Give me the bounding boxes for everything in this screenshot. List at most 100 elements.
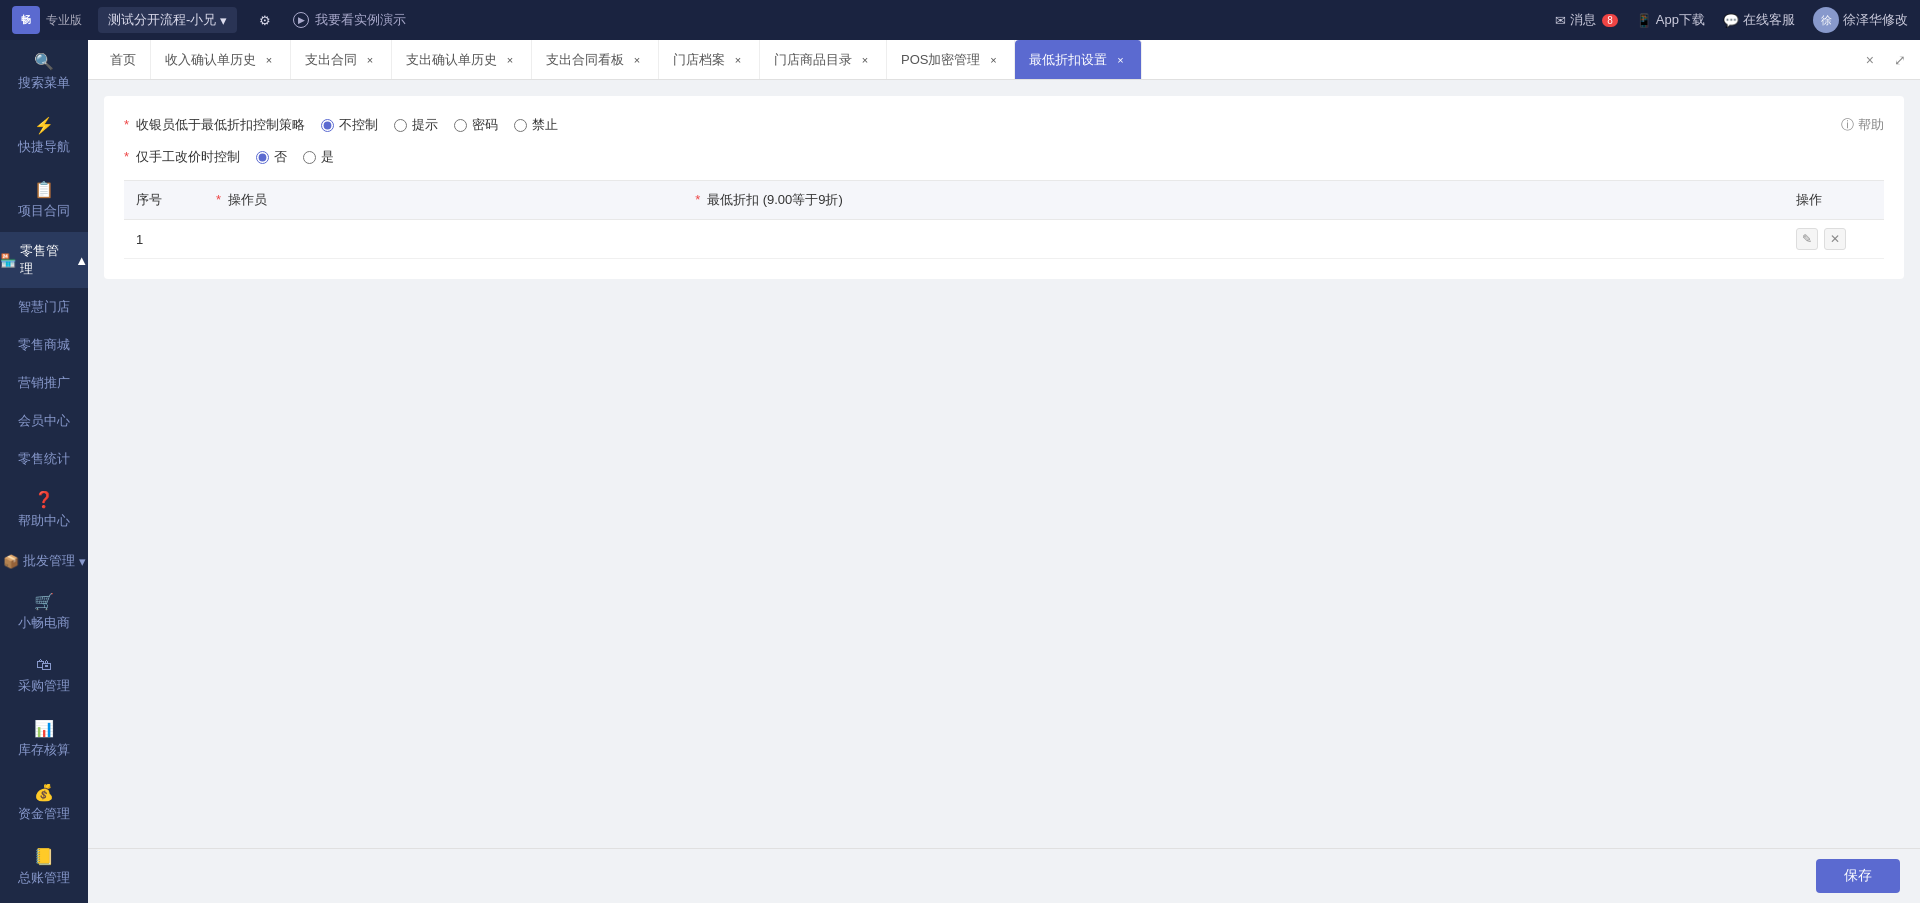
avatar: 徐: [1813, 7, 1839, 33]
option-no[interactable]: 否: [256, 148, 287, 166]
manual-price-row: * 仅手工改价时控制 否 是: [124, 148, 1884, 166]
close-icon[interactable]: ×: [1113, 53, 1127, 67]
sidebar-item-shortcut[interactable]: ⚡ 快捷导航: [0, 104, 88, 168]
demo-link[interactable]: ▶ 我要看实例演示: [293, 11, 406, 29]
message-btn[interactable]: ✉ 消息 8: [1555, 11, 1618, 29]
tab-bar-actions: × ⤢: [1860, 48, 1912, 72]
main-layout: 🔍 搜索菜单 ⚡ 快捷导航 📋 项目合同 🏪 零售管理 ▲ 智慧门店 零售商城 …: [0, 40, 1920, 903]
radio-no[interactable]: [256, 151, 269, 164]
app-download-btn[interactable]: 📱 App下载: [1636, 11, 1705, 29]
chevron-up-icon: ▲: [75, 253, 88, 268]
sidebar-item-help[interactable]: ❓ 帮助中心: [0, 478, 88, 542]
close-icon[interactable]: ×: [858, 53, 872, 67]
option-yes[interactable]: 是: [303, 148, 334, 166]
discount-table: 序号 * 操作员 * 最低折扣 (9.00等于9折) 操作: [124, 180, 1884, 259]
tab-payment-contract[interactable]: 支出合同 ×: [291, 40, 392, 80]
option-no-control[interactable]: 不控制: [321, 116, 378, 134]
delete-row-btn[interactable]: ✕: [1824, 228, 1846, 250]
radio-password[interactable]: [454, 119, 467, 132]
sidebar-item-retail-mall[interactable]: 零售商城: [0, 326, 88, 364]
tab-payment-board[interactable]: 支出合同看板 ×: [532, 40, 659, 80]
sidebar-sub-label: 会员中心: [18, 413, 70, 428]
tab-label: 最低折扣设置: [1029, 51, 1107, 69]
sidebar-sub-label: 零售商城: [18, 337, 70, 352]
close-icon[interactable]: ×: [262, 53, 276, 67]
option-remind[interactable]: 提示: [394, 116, 438, 134]
clipboard-icon: 📋: [34, 180, 54, 199]
help-btn[interactable]: ⓘ 帮助: [1841, 116, 1884, 134]
box-icon: 📦: [3, 554, 19, 569]
tab-store-file[interactable]: 门店档案 ×: [659, 40, 760, 80]
tab-label: 支出合同: [305, 51, 357, 69]
sidebar-item-invoice[interactable]: 🧾 发票管理: [0, 899, 88, 903]
sidebar-item-ecommerce[interactable]: 🛒 小畅电商: [0, 580, 88, 644]
cell-min-discount: [683, 220, 1784, 259]
close-all-tabs-btn[interactable]: ×: [1860, 48, 1880, 72]
sidebar-item-project[interactable]: 📋 项目合同: [0, 168, 88, 232]
tab-label: 门店档案: [673, 51, 725, 69]
tab-label: 收入确认单历史: [165, 51, 256, 69]
radio-yes[interactable]: [303, 151, 316, 164]
sidebar-item-accounting[interactable]: 📒 总账管理: [0, 835, 88, 899]
sidebar-item-label: 零售管理: [20, 242, 71, 278]
project-selector[interactable]: 测试分开流程-小兄 ▾: [98, 7, 237, 33]
expand-tabs-btn[interactable]: ⤢: [1888, 48, 1912, 72]
radio-remind[interactable]: [394, 119, 407, 132]
lightning-icon: ⚡: [34, 116, 54, 135]
cart-icon: 🛒: [34, 592, 54, 611]
sidebar-item-label: 资金管理: [18, 805, 70, 823]
close-icon[interactable]: ×: [630, 53, 644, 67]
discount-policy-options: 不控制 提示 密码 禁止: [321, 116, 558, 134]
option-password[interactable]: 密码: [454, 116, 498, 134]
tab-min-discount[interactable]: 最低折扣设置 ×: [1015, 40, 1142, 80]
close-icon[interactable]: ×: [363, 53, 377, 67]
gear-icon: ⚙: [259, 13, 271, 28]
sidebar-item-marketing[interactable]: 营销推广: [0, 364, 88, 402]
tab-store-product[interactable]: 门店商品目录 ×: [760, 40, 887, 80]
settings-button[interactable]: ⚙: [253, 9, 277, 32]
close-icon[interactable]: ×: [503, 53, 517, 67]
message-badge: 8: [1602, 14, 1618, 27]
store-icon: 🏪: [0, 253, 16, 268]
sidebar-item-label: 帮助中心: [18, 512, 70, 530]
radio-forbid[interactable]: [514, 119, 527, 132]
tab-pos-manage[interactable]: POS加密管理 ×: [887, 40, 1015, 80]
edit-row-btn[interactable]: ✎: [1796, 228, 1818, 250]
option-remind-label: 提示: [412, 116, 438, 134]
chevron-down-icon: ▾: [79, 554, 86, 569]
close-icon[interactable]: ×: [731, 53, 745, 67]
sidebar-item-smart-store[interactable]: 智慧门店: [0, 288, 88, 326]
app-logo: 畅 专业版: [12, 6, 82, 34]
tab-payment-confirm[interactable]: 支出确认单历史 ×: [392, 40, 532, 80]
option-no-control-label: 不控制: [339, 116, 378, 134]
option-forbid[interactable]: 禁止: [514, 116, 558, 134]
required-asterisk: *: [124, 149, 129, 164]
sidebar-sub-label: 智慧门店: [18, 299, 70, 314]
user-menu[interactable]: 徐 徐泽华修改: [1813, 7, 1908, 33]
sidebar-item-retail[interactable]: 🏪 零售管理 ▲: [0, 232, 88, 288]
sidebar-item-inventory[interactable]: 📊 库存核算: [0, 707, 88, 771]
tab-income-confirm[interactable]: 收入确认单历史 ×: [151, 40, 291, 80]
sidebar-item-retail-stats[interactable]: 零售统计: [0, 440, 88, 478]
chart-icon: 📊: [34, 719, 54, 738]
option-password-label: 密码: [472, 116, 498, 134]
save-button[interactable]: 保存: [1816, 859, 1900, 893]
tab-home[interactable]: 首页: [96, 40, 151, 80]
sidebar-item-label: 搜索菜单: [18, 74, 70, 92]
discount-policy-label: * 收银员低于最低折扣控制策略: [124, 116, 305, 134]
tab-label: 支出合同看板: [546, 51, 624, 69]
online-service-label: 在线客服: [1743, 11, 1795, 29]
sidebar-item-search[interactable]: 🔍 搜索菜单: [0, 40, 88, 104]
radio-no-control[interactable]: [321, 119, 334, 132]
sidebar-item-wholesale[interactable]: 📦 批发管理 ▾: [0, 542, 88, 580]
ledger-icon: 📒: [34, 847, 54, 866]
question-icon: ⓘ: [1841, 116, 1854, 134]
sidebar-item-purchase[interactable]: 🛍 采购管理: [0, 644, 88, 707]
settings-card: * 收银员低于最低折扣控制策略 不控制 提示: [104, 96, 1904, 279]
sidebar-item-finance[interactable]: 💰 资金管理: [0, 771, 88, 835]
close-icon[interactable]: ×: [986, 53, 1000, 67]
sidebar-item-member[interactable]: 会员中心: [0, 402, 88, 440]
option-no-label: 否: [274, 148, 287, 166]
manual-price-label: * 仅手工改价时控制: [124, 148, 240, 166]
online-service-btn[interactable]: 💬 在线客服: [1723, 11, 1795, 29]
